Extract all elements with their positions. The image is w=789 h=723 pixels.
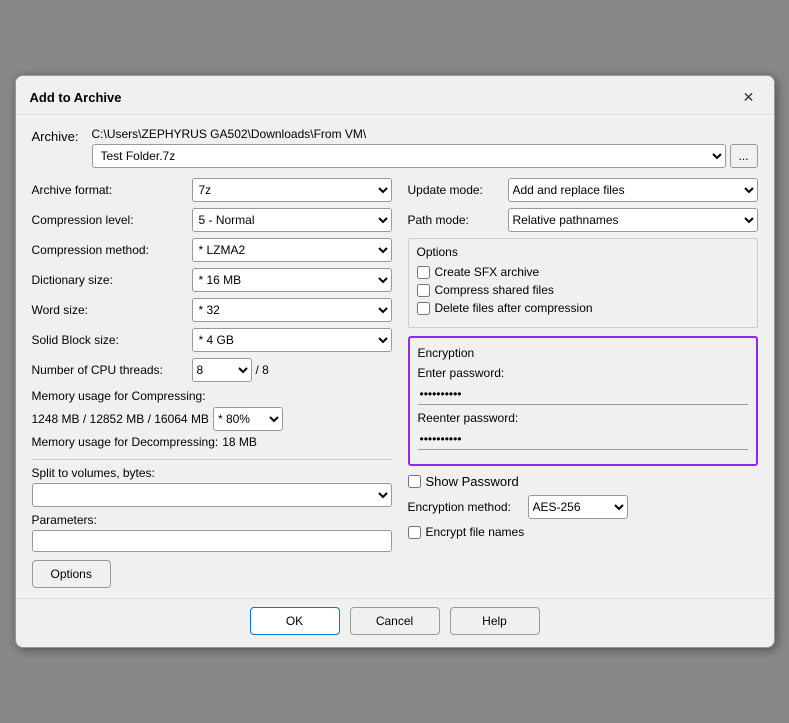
add-to-archive-dialog: Add to Archive ✕ Archive: C:\Users\ZEPHY… xyxy=(15,75,775,648)
encrypt-names-checkbox[interactable] xyxy=(408,526,421,539)
update-mode-select[interactable]: Add and replace files xyxy=(508,178,758,202)
word-size-label: Word size: xyxy=(32,303,192,317)
enc-method-label: Encryption method: xyxy=(408,500,528,514)
mem-compress-pct-select[interactable]: * 80% xyxy=(213,407,283,431)
path-mode-select[interactable]: Relative pathnames xyxy=(508,208,758,232)
create-sfx-label: Create SFX archive xyxy=(435,265,540,279)
show-password-label: Show Password xyxy=(426,474,519,489)
right-column: Update mode: Add and replace files Path … xyxy=(408,178,758,588)
archive-row: Archive: C:\Users\ZEPHYRUS GA502\Downloa… xyxy=(32,127,758,168)
enter-pw-label: Enter password: xyxy=(418,366,748,380)
path-mode-row: Path mode: Relative pathnames xyxy=(408,208,758,232)
compression-level-row: Compression level: 5 - Normal xyxy=(32,208,392,232)
archive-format-select[interactable]: 7z xyxy=(192,178,392,202)
split-select[interactable] xyxy=(32,483,392,507)
title-bar: Add to Archive ✕ xyxy=(16,76,774,115)
archive-path-col: C:\Users\ZEPHYRUS GA502\Downloads\From V… xyxy=(92,127,758,168)
encryption-legend: Encryption xyxy=(418,346,748,360)
mem-compress-label-row: Memory usage for Compressing: xyxy=(32,388,392,403)
mem-compress-group: Memory usage for Compressing: 1248 MB / … xyxy=(32,388,392,431)
main-columns: Archive format: 7z Compression level: 5 … xyxy=(32,178,758,588)
dictionary-size-select[interactable]: * 16 MB xyxy=(192,268,392,292)
cancel-button[interactable]: Cancel xyxy=(350,607,440,635)
left-column: Archive format: 7z Compression level: 5 … xyxy=(32,178,392,588)
enter-pw-input[interactable] xyxy=(418,383,748,405)
dictionary-size-row: Dictionary size: * 16 MB xyxy=(32,268,392,292)
options-legend: Options xyxy=(417,245,749,259)
reenter-pw-label: Reenter password: xyxy=(418,411,748,425)
mem-compress-label: Memory usage for Compressing: xyxy=(32,389,206,403)
cpu-threads-label: Number of CPU threads: xyxy=(32,363,192,377)
compression-level-select[interactable]: 5 - Normal xyxy=(192,208,392,232)
archive-filename-select[interactable]: Test Folder.7z xyxy=(92,144,726,168)
show-pw-row: Show Password xyxy=(408,474,758,489)
help-button[interactable]: Help xyxy=(450,607,540,635)
dialog-title: Add to Archive xyxy=(30,90,122,105)
archive-format-row: Archive format: 7z xyxy=(32,178,392,202)
delete-after-row: Delete files after compression xyxy=(417,301,749,315)
solid-block-row: Solid Block size: * 4 GB xyxy=(32,328,392,352)
archive-label: Archive: xyxy=(32,127,92,144)
word-size-row: Word size: * 32 xyxy=(32,298,392,322)
enc-method-row: Encryption method: AES-256 xyxy=(408,495,758,519)
archive-path: C:\Users\ZEPHYRUS GA502\Downloads\From V… xyxy=(92,127,758,141)
params-label: Parameters: xyxy=(32,513,392,527)
mem-decompress-label: Memory usage for Decompressing: xyxy=(32,435,219,449)
options-group: Options Create SFX archive Compress shar… xyxy=(408,238,758,328)
word-size-select[interactable]: * 32 xyxy=(192,298,392,322)
compression-level-label: Compression level: xyxy=(32,213,192,227)
params-row: Parameters: xyxy=(32,513,392,552)
browse-button[interactable]: ... xyxy=(730,144,758,168)
dialog-footer: OK Cancel Help xyxy=(16,598,774,647)
compression-method-select[interactable]: * LZMA2 xyxy=(192,238,392,262)
cpu-threads-select[interactable]: 8 xyxy=(192,358,252,382)
archive-input-row: Test Folder.7z ... xyxy=(92,144,758,168)
mem-decompress-value: 18 MB xyxy=(222,435,257,449)
options-button[interactable]: Options xyxy=(32,560,111,588)
archive-format-label: Archive format: xyxy=(32,183,192,197)
create-sfx-row: Create SFX archive xyxy=(417,265,749,279)
path-mode-label: Path mode: xyxy=(408,213,508,227)
compress-shared-row: Compress shared files xyxy=(417,283,749,297)
compression-method-row: Compression method: * LZMA2 xyxy=(32,238,392,262)
split-row: Split to volumes, bytes: xyxy=(32,466,392,507)
enc-method-select[interactable]: AES-256 xyxy=(528,495,628,519)
mem-compress-values: 1248 MB / 12852 MB / 16064 MB xyxy=(32,412,209,426)
mem-decompress-row: Memory usage for Decompressing: 18 MB xyxy=(32,435,392,449)
cpu-threads-max: / 8 xyxy=(256,363,269,377)
mem-compress-value-row: 1248 MB / 12852 MB / 16064 MB * 80% xyxy=(32,407,392,431)
encryption-group: Encryption Enter password: Reenter passw… xyxy=(408,336,758,466)
encrypt-names-row: Encrypt file names xyxy=(408,525,758,539)
cpu-threads-row: Number of CPU threads: 8 / 8 xyxy=(32,358,392,382)
delete-after-label: Delete files after compression xyxy=(435,301,593,315)
close-button[interactable]: ✕ xyxy=(738,86,760,108)
dictionary-size-label: Dictionary size: xyxy=(32,273,192,287)
solid-block-label: Solid Block size: xyxy=(32,333,192,347)
dialog-body: Archive: C:\Users\ZEPHYRUS GA502\Downloa… xyxy=(16,115,774,598)
params-input[interactable] xyxy=(32,530,392,552)
ok-button[interactable]: OK xyxy=(250,607,340,635)
show-password-checkbox[interactable] xyxy=(408,475,421,488)
update-mode-row: Update mode: Add and replace files xyxy=(408,178,758,202)
solid-block-select[interactable]: * 4 GB xyxy=(192,328,392,352)
compress-shared-label: Compress shared files xyxy=(435,283,554,297)
split-label: Split to volumes, bytes: xyxy=(32,466,392,480)
create-sfx-checkbox[interactable] xyxy=(417,266,430,279)
compress-shared-checkbox[interactable] xyxy=(417,284,430,297)
update-mode-label: Update mode: xyxy=(408,183,508,197)
reenter-pw-input[interactable] xyxy=(418,428,748,450)
delete-after-checkbox[interactable] xyxy=(417,302,430,315)
encrypt-names-label: Encrypt file names xyxy=(426,525,525,539)
compression-method-label: Compression method: xyxy=(32,243,192,257)
